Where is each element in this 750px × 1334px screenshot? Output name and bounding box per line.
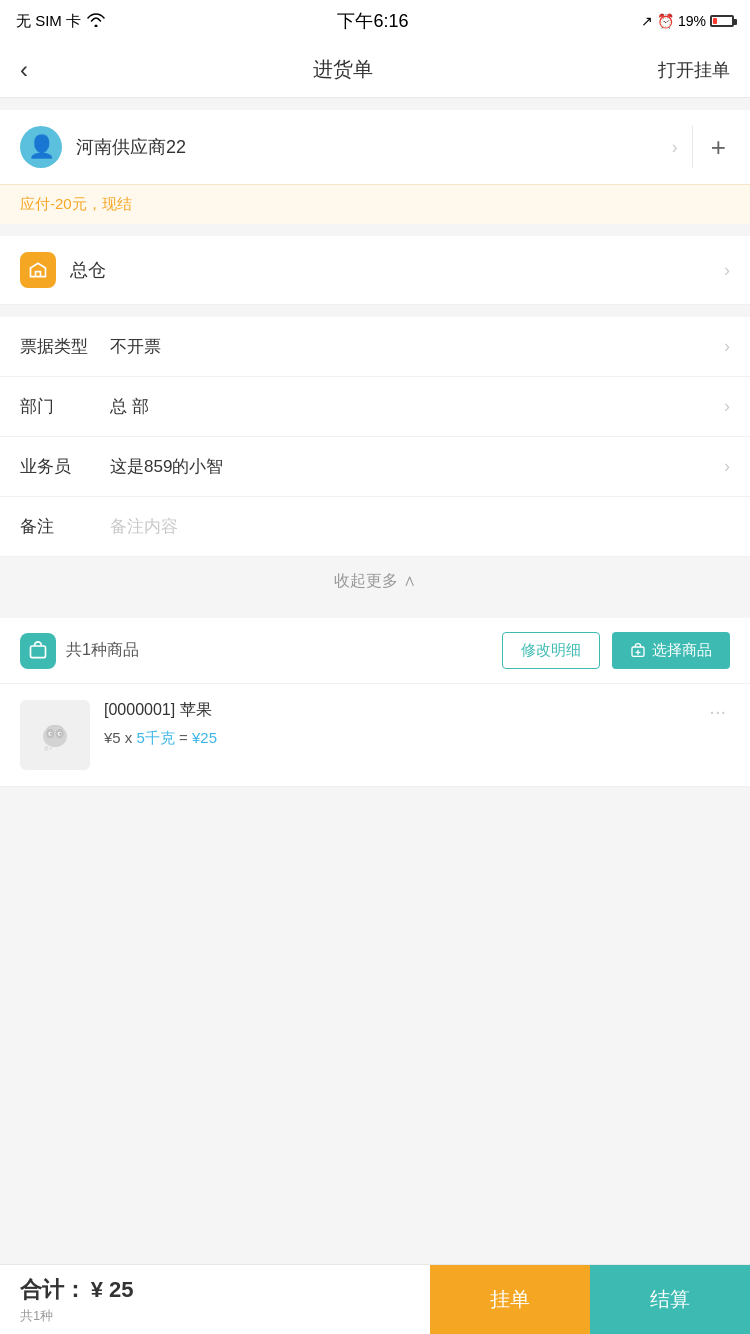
product-icon — [20, 633, 56, 669]
battery-percent: 19% — [678, 13, 706, 29]
status-right: ↗ ⏰ 19% — [641, 13, 734, 29]
invoice-label: 票据类型 — [20, 335, 100, 358]
bottom-spacer — [0, 787, 750, 867]
invoice-row[interactable]: 票据类型 不开票 › — [0, 317, 750, 377]
remark-row[interactable]: 备注 备注内容 — [0, 497, 750, 557]
gap-3 — [0, 305, 750, 317]
divider — [692, 126, 693, 168]
supplier-section: 👤 河南供应商22 › + 应付-20元，现结 — [0, 110, 750, 224]
collapse-label: 收起更多 ∧ — [334, 571, 415, 592]
product-title: 苹果 — [180, 701, 212, 718]
product-header: 共1种商品 修改明细 选择商品 — [0, 618, 750, 684]
product-price: ¥5 — [104, 729, 121, 746]
svg-point-8 — [59, 733, 61, 735]
warehouse-section: 总仓 › — [0, 236, 750, 305]
checkout-button[interactable]: 结算 — [590, 1265, 750, 1334]
warehouse-name: 总仓 — [70, 258, 724, 282]
sales-row[interactable]: 业务员 这是859的小智 › — [0, 437, 750, 497]
sales-label: 业务员 — [20, 455, 100, 478]
product-price-row: ¥5 x 5千克 = ¥25 — [104, 729, 705, 748]
sales-chevron-icon: › — [724, 456, 730, 477]
notice-text: 应付-20元，现结 — [20, 195, 132, 212]
gap-2 — [0, 224, 750, 236]
bottom-bar: 合计： ¥ 25 共1种 挂单 结算 — [0, 1264, 750, 1334]
chevron-right-icon: › — [672, 137, 678, 158]
status-time: 下午6:16 — [337, 9, 408, 33]
dept-label: 部门 — [20, 395, 100, 418]
dept-row[interactable]: 部门 总 部 › — [0, 377, 750, 437]
alarm-icon: ⏰ — [657, 13, 674, 29]
svg-point-7 — [50, 733, 52, 735]
status-bar: 无 SIM 卡 下午6:16 ↗ ⏰ 19% — [0, 0, 750, 42]
open-pending-button[interactable]: 打开挂单 — [658, 58, 730, 82]
remark-placeholder: 备注内容 — [100, 515, 730, 538]
product-count-area: 共1种商品 — [20, 633, 139, 669]
dept-value: 总 部 — [100, 395, 724, 418]
form-section: 票据类型 不开票 › 部门 总 部 › 业务员 这是859的小智 › 备注 备注… — [0, 317, 750, 557]
avatar-icon: 👤 — [28, 134, 55, 160]
product-item: 督+ [0000001] 苹果 ¥5 x 5千克 = ¥25 ··· — [0, 684, 750, 787]
hold-button[interactable]: 挂单 — [430, 1265, 590, 1334]
collapse-button[interactable]: 收起更多 ∧ — [0, 557, 750, 606]
product-name: [0000001] 苹果 — [104, 700, 705, 721]
total-main: 合计： ¥ 25 — [20, 1275, 410, 1305]
supplier-name: 河南供应商22 — [76, 135, 672, 159]
supplier-avatar: 👤 — [20, 126, 62, 168]
invoice-value: 不开票 — [100, 335, 724, 358]
svg-text:督+: 督+ — [44, 745, 52, 751]
more-options-button[interactable]: ··· — [705, 700, 730, 723]
product-count: 共1种商品 — [66, 640, 139, 661]
product-thumbnail: 督+ — [20, 700, 90, 770]
invoice-chevron-icon: › — [724, 336, 730, 357]
multiply-sign: x — [125, 729, 137, 746]
add-button[interactable]: + — [707, 132, 730, 163]
svg-rect-0 — [31, 646, 46, 658]
dept-chevron-icon: › — [724, 396, 730, 417]
product-section: 共1种商品 修改明细 选择商品 — [0, 618, 750, 787]
gap-4 — [0, 606, 750, 618]
warehouse-chevron-icon: › — [724, 260, 730, 281]
product-actions: 修改明细 选择商品 — [502, 632, 730, 669]
total-value: ¥ 25 — [91, 1277, 134, 1302]
warehouse-row[interactable]: 总仓 › — [0, 236, 750, 305]
location-icon: ↗ — [641, 13, 653, 29]
battery-icon — [710, 15, 734, 27]
sales-value: 这是859的小智 — [100, 455, 724, 478]
product-info: [0000001] 苹果 ¥5 x 5千克 = ¥25 — [104, 700, 705, 748]
total-area: 合计： ¥ 25 共1种 — [0, 1265, 430, 1334]
gap-1 — [0, 98, 750, 110]
select-product-button[interactable]: 选择商品 — [612, 632, 730, 669]
product-qty: 5千克 — [137, 729, 175, 746]
remark-label: 备注 — [20, 515, 100, 538]
back-button[interactable]: ‹ — [20, 56, 28, 84]
edit-detail-button[interactable]: 修改明细 — [502, 632, 600, 669]
notice-bar: 应付-20元，现结 — [0, 184, 750, 224]
status-left: 无 SIM 卡 — [16, 12, 105, 31]
warehouse-icon — [20, 252, 56, 288]
equals-sign: = — [179, 729, 192, 746]
select-product-label: 选择商品 — [652, 641, 712, 660]
page-title: 进货单 — [313, 56, 373, 83]
wifi-icon — [87, 13, 105, 30]
total-sub: 共1种 — [20, 1307, 410, 1325]
product-code: [0000001] — [104, 701, 175, 718]
nav-bar: ‹ 进货单 打开挂单 — [0, 42, 750, 98]
supplier-row[interactable]: 👤 河南供应商22 › + — [0, 110, 750, 184]
product-total: ¥25 — [192, 729, 217, 746]
carrier-text: 无 SIM 卡 — [16, 12, 81, 31]
total-label: 合计： — [20, 1277, 86, 1302]
